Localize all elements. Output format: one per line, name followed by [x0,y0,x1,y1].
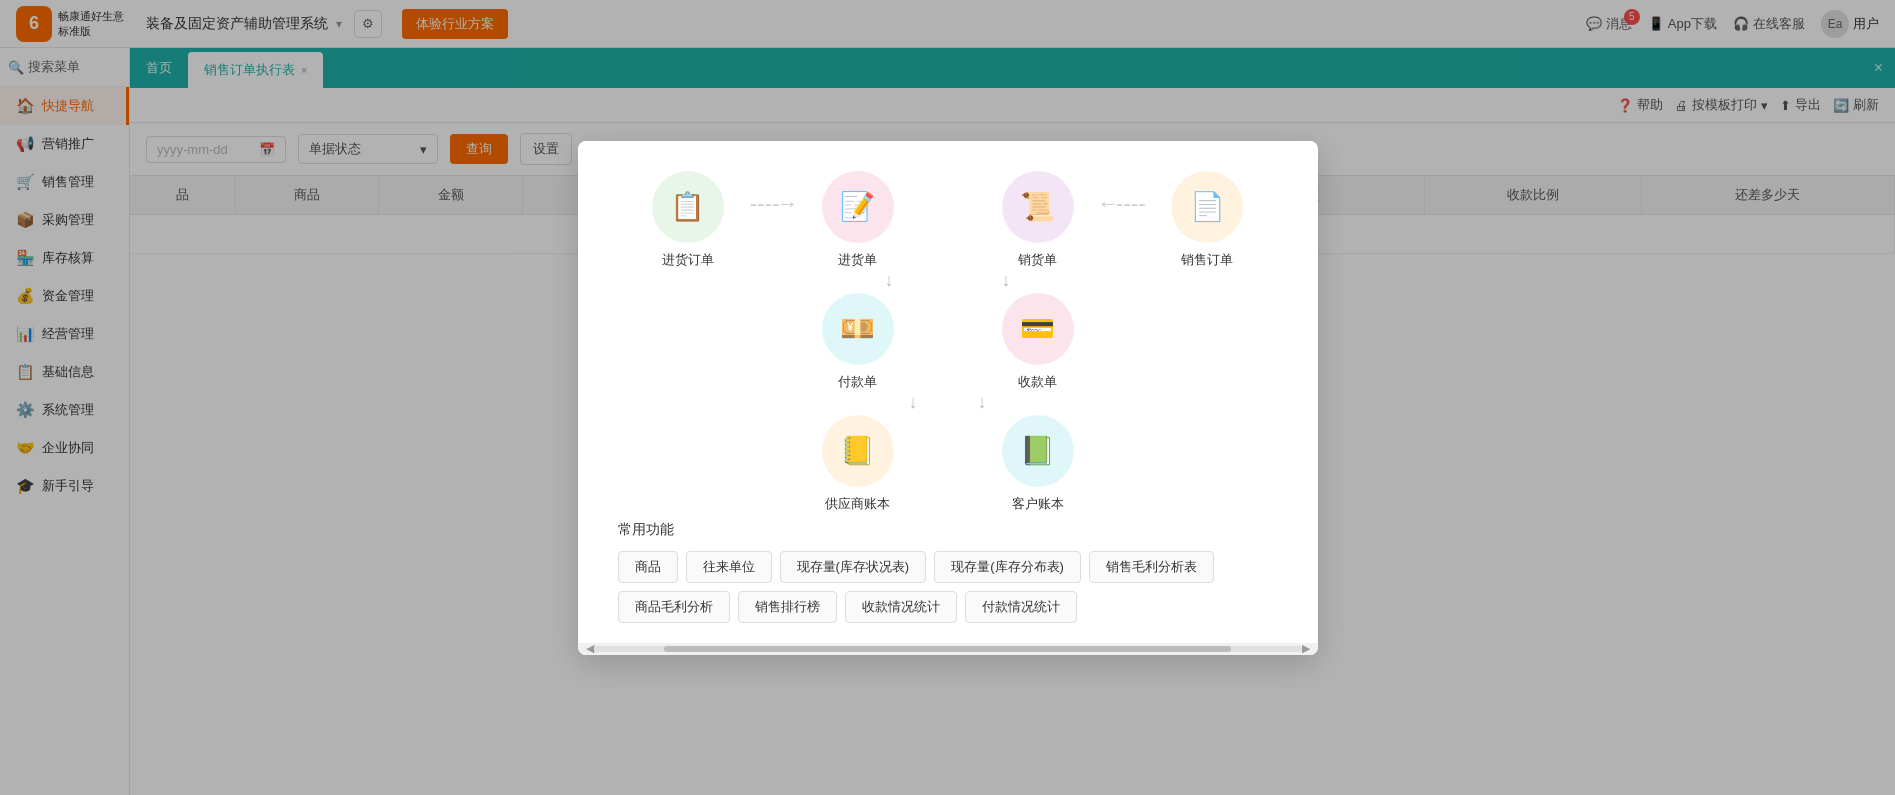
flow-node-supplier-ledger[interactable]: 📒 供应商账本 [822,415,894,513]
common-btn-product-gross[interactable]: 商品毛利分析 [618,591,730,623]
flow-node-receipt[interactable]: 💳 收款单 [1002,293,1074,391]
scrollbar-thumb [664,646,1230,652]
scrollbar-right-arrow[interactable]: ▶ [1302,642,1310,655]
sales-order-label: 销售订单 [1181,251,1233,269]
sales-bill-icon: 📜 [1002,171,1074,243]
flow-node-payment[interactable]: 💴 付款单 [822,293,894,391]
receipt-icon: 💳 [1002,293,1074,365]
flow-node-sales-order[interactable]: 📄 销售订单 [1171,171,1243,269]
common-btn-sales-rank[interactable]: 销售排行榜 [738,591,837,623]
arrow-payment-to-supplier: ↓ [909,393,918,413]
arrow-sales-to-receipt: ↓ [1002,271,1011,291]
common-btn-stock-status[interactable]: 现存量(库存状况表) [780,551,927,583]
common-btn-receipt-stat[interactable]: 收款情况统计 [845,591,957,623]
flow-node-sales-bill[interactable]: 📜 销货单 [1002,171,1074,269]
scrollbar-track[interactable] [594,646,1302,652]
purchase-order-icon: 📋 [652,171,724,243]
popup-overlay[interactable]: 📋 进货订单 - - - -→ 📝 进货单 ↓ [0,0,1895,795]
common-btn-product[interactable]: 商品 [618,551,678,583]
purchase-bill-icon: 📝 [822,171,894,243]
flow-node-customer-ledger[interactable]: 📗 客户账本 [1002,415,1074,513]
common-section: 常用功能 商品 往来单位 现存量(库存状况表) 现存量(库存分布表) 销售毛利分… [618,521,1278,623]
purchase-bill-label: 进货单 [838,251,877,269]
common-btn-payment-stat[interactable]: 付款情况统计 [965,591,1077,623]
payment-icon: 💴 [822,293,894,365]
common-title: 常用功能 [618,521,1278,539]
sales-order-icon: 📄 [1171,171,1243,243]
scrollbar-left-arrow[interactable]: ◀ [586,642,594,655]
arrow-receipt-to-customer: ↓ [978,393,987,413]
popup: 📋 进货订单 - - - -→ 📝 进货单 ↓ [578,141,1318,655]
arrow-sales-order-to-bill: - - - -→ [1100,191,1146,217]
arrow-purchase-to-payment: ↓ [885,271,894,291]
arrow-purchase-order-to-bill: - - - -→ [750,191,796,217]
popup-scrollbar: ◀ ▶ [578,643,1318,655]
popup-content: 📋 进货订单 - - - -→ 📝 进货单 ↓ [578,141,1318,643]
supplier-ledger-icon: 📒 [822,415,894,487]
flow-node-purchase-order[interactable]: 📋 进货订单 [652,171,724,269]
supplier-ledger-label: 供应商账本 [825,495,890,513]
receipt-label: 收款单 [1018,373,1057,391]
flow-node-purchase-bill[interactable]: 📝 进货单 [822,171,894,269]
common-btn-stock-dist[interactable]: 现存量(库存分布表) [934,551,1081,583]
common-btn-counterpart[interactable]: 往来单位 [686,551,772,583]
customer-ledger-icon: 📗 [1002,415,1074,487]
common-btn-sales-gross[interactable]: 销售毛利分析表 [1089,551,1214,583]
sales-bill-label: 销货单 [1018,251,1057,269]
purchase-order-label: 进货订单 [662,251,714,269]
common-buttons: 商品 往来单位 现存量(库存状况表) 现存量(库存分布表) 销售毛利分析表 商品… [618,551,1278,623]
payment-label: 付款单 [838,373,877,391]
customer-ledger-label: 客户账本 [1012,495,1064,513]
